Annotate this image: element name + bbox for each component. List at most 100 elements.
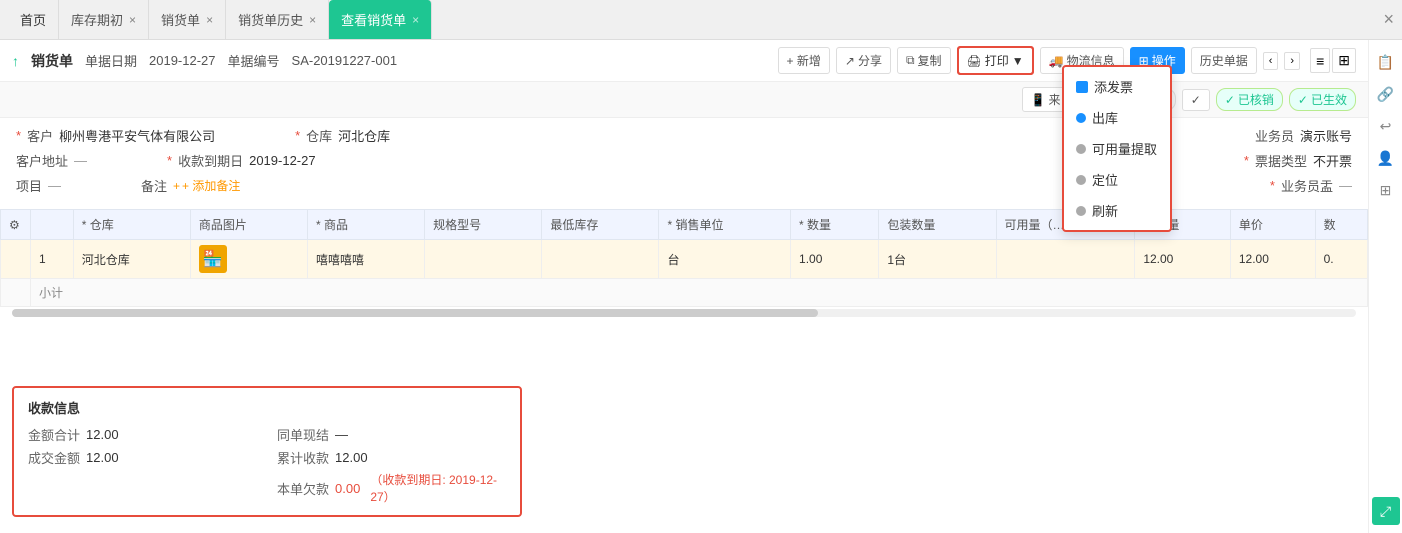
- tab-inventory-init-label: 库存期初: [71, 10, 123, 29]
- outbound-item[interactable]: 出库: [1064, 102, 1170, 133]
- tab-sales-history-close[interactable]: ×: [309, 13, 316, 27]
- address-value: —: [74, 153, 87, 168]
- table-section: ⚙ * 仓库 商品图片 * 商品 规格型号 最低库存 * 销售单位 * 数量 包…: [0, 209, 1368, 378]
- sidebar-clipboard-button[interactable]: 📋: [1372, 48, 1400, 76]
- tab-sales-order-close[interactable]: ×: [206, 13, 213, 27]
- sidebar-grid-button[interactable]: ⊞: [1372, 176, 1400, 204]
- ticket-type-label: 票据类型: [1255, 151, 1307, 170]
- transaction-label: 成交金额: [28, 448, 80, 467]
- scroll-thumb[interactable]: [12, 309, 818, 317]
- tab-view-sales[interactable]: 查看销货单 ×: [329, 0, 432, 39]
- row-current-stock: 12.00: [1135, 240, 1231, 279]
- operations-dropdown: 添发票 出库 可用量提取 定位 刷新: [1062, 65, 1172, 232]
- address-label: 客户地址: [16, 151, 68, 170]
- sidebar-return-button[interactable]: ↩: [1372, 112, 1400, 140]
- outbound-icon: [1076, 113, 1086, 123]
- truck-icon: 🚚: [1049, 54, 1064, 68]
- check-circle-icon: ✓: [1225, 93, 1235, 107]
- row-available: [996, 240, 1135, 279]
- row-qty: 1.00: [791, 240, 879, 279]
- customer-label: 客户: [27, 126, 53, 145]
- user-icon: 👤: [1377, 150, 1394, 167]
- cumulative-value: 12.00: [335, 450, 368, 465]
- bottom-section: 收款信息 金额合计 12.00 同单现结 — 成交金额 12.00: [0, 378, 1368, 533]
- doc-title: 销货单: [31, 51, 73, 71]
- payment-info-title: 收款信息: [28, 398, 506, 417]
- col-pack-qty: 包装数量: [879, 210, 996, 240]
- date-value: 2019-12-27: [149, 53, 216, 68]
- check-icon: ✓: [1191, 93, 1201, 107]
- return-icon: ↩: [1380, 118, 1392, 135]
- tab-view-sales-label: 查看销货单: [341, 10, 406, 29]
- cancelled-badge: ✓ 已核销: [1216, 88, 1283, 111]
- tab-inventory-init[interactable]: 库存期初 ×: [59, 0, 149, 39]
- refresh-item[interactable]: 刷新: [1064, 195, 1170, 226]
- staff-label: 业务员: [1255, 126, 1294, 145]
- add-invoice-icon: [1076, 81, 1088, 93]
- sidebar-link-button[interactable]: 🔗: [1372, 80, 1400, 108]
- grid-view-button[interactable]: ⊞: [1332, 48, 1356, 73]
- customer-value: 柳州粤港平安气体有限公司: [59, 126, 215, 145]
- transaction-item: 成交金额 12.00: [28, 448, 257, 467]
- doc-icon: ↑: [12, 53, 19, 69]
- tab-view-sales-close[interactable]: ×: [412, 13, 419, 27]
- sidebar-user-button[interactable]: 👤: [1372, 144, 1400, 172]
- ticket-type-value: 不开票: [1313, 151, 1352, 170]
- warehouse-value: 河北仓库: [338, 126, 390, 145]
- sales-staff-label: 业务员盂: [1281, 176, 1333, 195]
- col-amount: 数: [1315, 210, 1367, 240]
- due-note: （收款到期日: 2019-12-27）: [370, 471, 506, 505]
- available-qty-item[interactable]: 可用量提取: [1064, 133, 1170, 164]
- copy-button[interactable]: ⧉ 复制: [897, 47, 951, 74]
- tab-sales-order-label: 销货单: [161, 10, 200, 29]
- prev-button[interactable]: ‹: [1263, 52, 1279, 70]
- total-value: 12.00: [86, 427, 119, 442]
- new-button[interactable]: + 新增: [778, 47, 830, 74]
- add-note-button[interactable]: + + 添加备注: [173, 177, 240, 194]
- payment-date-label: 收款到期日: [178, 151, 243, 170]
- next-button[interactable]: ›: [1284, 52, 1300, 70]
- tab-inventory-init-close[interactable]: ×: [129, 13, 136, 27]
- col-spec: 规格型号: [425, 210, 542, 240]
- print-button[interactable]: 🖨 打印 ▼: [957, 46, 1034, 75]
- note-field: 备注 + + 添加备注: [141, 176, 240, 195]
- tab-home[interactable]: 首页: [8, 0, 59, 39]
- col-sales-unit: * 销售单位: [659, 210, 791, 240]
- available-qty-icon: [1076, 144, 1086, 154]
- col-product: * 商品: [308, 210, 425, 240]
- view-toggle: ≡ ⊞: [1310, 48, 1356, 73]
- sales-staff-value: —: [1339, 178, 1352, 193]
- row-sales-unit: 台: [659, 240, 791, 279]
- subtotal-gear: [1, 279, 31, 307]
- print-dropdown-arrow: ▼: [1012, 54, 1024, 68]
- number-value: SA-20191227-001: [292, 53, 398, 68]
- print-icon: 🖨: [967, 54, 982, 68]
- scroll-track[interactable]: [12, 309, 1356, 317]
- add-invoice-item[interactable]: 添发票: [1064, 71, 1170, 102]
- locate-item[interactable]: 定位: [1064, 164, 1170, 195]
- table-row: 1 河北仓库 🏪 嘻嘻嘻嘻 台 1.00 1台 12.00 12.00: [1, 240, 1368, 279]
- sidebar-expand-button[interactable]: ⤢: [1372, 497, 1400, 525]
- list-view-button[interactable]: ≡: [1310, 48, 1330, 73]
- clipboard-icon: 📋: [1377, 54, 1394, 71]
- warehouse-label: 仓库: [306, 126, 332, 145]
- same-order-item: 同单现结 —: [277, 425, 506, 444]
- tab-sales-history[interactable]: 销货单历史 ×: [226, 0, 329, 39]
- history-button[interactable]: 历史单据: [1191, 47, 1257, 74]
- locate-label: 定位: [1092, 170, 1118, 189]
- customer-field: * 客户 柳州粤港平安气体有限公司: [16, 126, 215, 145]
- product-image: 🏪: [199, 245, 227, 273]
- window-close-button[interactable]: ×: [1383, 9, 1394, 30]
- copy-icon: ⧉: [906, 53, 915, 68]
- share-button[interactable]: ↗ 分享: [836, 47, 891, 74]
- confirm-button[interactable]: ✓: [1182, 89, 1210, 111]
- same-order-label: 同单现结: [277, 425, 329, 444]
- subtotal-label: 小计: [31, 279, 1368, 307]
- tab-sales-order[interactable]: 销货单 ×: [149, 0, 226, 39]
- tab-home-label: 首页: [20, 10, 46, 29]
- due-label: 本单欠款: [277, 479, 329, 498]
- tab-sales-history-label: 销货单历史: [238, 10, 303, 29]
- same-order-value: —: [335, 427, 348, 442]
- col-qty: * 数量: [791, 210, 879, 240]
- cumulative-item: 累计收款 12.00: [277, 448, 506, 467]
